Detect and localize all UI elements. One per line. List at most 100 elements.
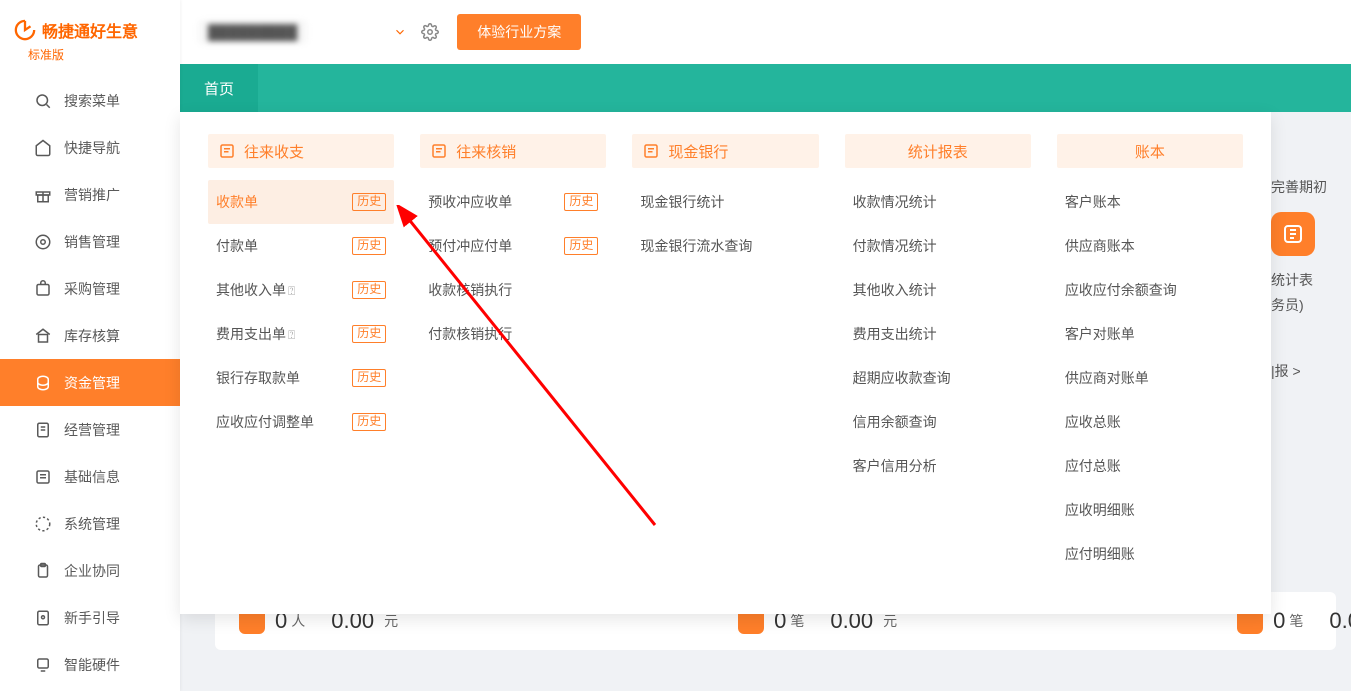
- sidebar-item-6[interactable]: 资金管理: [0, 359, 180, 406]
- sidebar-item-1[interactable]: 快捷导航: [0, 124, 180, 171]
- menu-link-label: 付款单: [216, 236, 258, 256]
- menu-link[interactable]: 预收冲应收单历史: [420, 180, 606, 224]
- menu-link[interactable]: 银行存取款单历史: [208, 356, 394, 400]
- sidebar-item-9[interactable]: 系统管理: [0, 500, 180, 547]
- menu-link-label: 应收明细账: [1065, 500, 1135, 520]
- doc-icon: [430, 142, 448, 160]
- column-title: 往来核销: [456, 141, 516, 162]
- metric-unit: 笔: [790, 611, 804, 631]
- menu-link[interactable]: 应收总账: [1057, 400, 1243, 444]
- sidebar-item-10[interactable]: 企业协同: [0, 547, 180, 594]
- menu-link[interactable]: 信用余额查询: [845, 400, 1031, 444]
- menu-link[interactable]: 费用支出统计: [845, 312, 1031, 356]
- column-header: 现金银行: [632, 134, 818, 168]
- menu-link-label: 信用余额查询: [853, 412, 937, 432]
- menu-link-label: 费用支出统计: [853, 324, 937, 344]
- menu-link[interactable]: 客户对账单: [1057, 312, 1243, 356]
- stats-icon[interactable]: [1271, 212, 1315, 256]
- sidebar-item-5[interactable]: 库存核算: [0, 312, 180, 359]
- experience-plan-button[interactable]: 体验行业方案: [457, 14, 581, 50]
- history-tag[interactable]: 历史: [352, 413, 386, 430]
- tab-home[interactable]: 首页: [180, 64, 258, 112]
- menu-link[interactable]: 供应商账本: [1057, 224, 1243, 268]
- menu-link[interactable]: 供应商对账单: [1057, 356, 1243, 400]
- list-icon: [34, 468, 52, 486]
- menu-link[interactable]: 其他收入统计: [845, 268, 1031, 312]
- history-tag[interactable]: 历史: [352, 193, 386, 210]
- sidebar-item-3[interactable]: 销售管理: [0, 218, 180, 265]
- menu-link[interactable]: 费用支出单⍰历史: [208, 312, 394, 356]
- menu-link[interactable]: 应收应付调整单历史: [208, 400, 394, 444]
- partial-right-content: 完善期初 统计表 务员) |报 >: [1271, 175, 1351, 384]
- menu-link[interactable]: 现金银行统计: [632, 180, 818, 224]
- history-tag[interactable]: 历史: [352, 237, 386, 254]
- sidebar-item-4[interactable]: 采购管理: [0, 265, 180, 312]
- menu-link[interactable]: 付款单 历史: [208, 224, 394, 268]
- sidebar-item-label: 库存核算: [64, 326, 120, 346]
- device-icon: [34, 656, 52, 674]
- history-tag[interactable]: 历史: [352, 325, 386, 342]
- cog-icon: [34, 233, 52, 251]
- menu-link[interactable]: 收款情况统计: [845, 180, 1031, 224]
- menu-link[interactable]: 付款情况统计: [845, 224, 1031, 268]
- menu-link-label: 现金银行统计: [640, 192, 724, 212]
- history-tag[interactable]: 历史: [564, 237, 598, 254]
- history-tag[interactable]: 历史: [564, 193, 598, 210]
- account-selector[interactable]: █████████: [198, 20, 307, 44]
- menu-link[interactable]: 收款单 历史: [208, 180, 394, 224]
- menu-link-label: 收款单: [216, 192, 258, 212]
- fund-management-panel: 往来收支收款单历史付款单历史其他收入单⍰历史费用支出单⍰历史银行存取款单历史应收…: [180, 112, 1271, 614]
- column-title: 统计报表: [908, 141, 968, 162]
- menu-link-label: 应付明细账: [1065, 544, 1135, 564]
- doc-icon: [218, 142, 236, 160]
- sidebar-item-label: 基础信息: [64, 467, 120, 487]
- home-icon: [34, 139, 52, 157]
- help-icon[interactable]: ⍰: [288, 328, 295, 342]
- sidebar-item-8[interactable]: 基础信息: [0, 453, 180, 500]
- sidebar-item-7[interactable]: 经营管理: [0, 406, 180, 453]
- sidebar-item-11[interactable]: 新手引导: [0, 594, 180, 641]
- metric-unit: 笔: [1289, 611, 1303, 631]
- menu-link[interactable]: 客户账本: [1057, 180, 1243, 224]
- menu-link-label: 现金银行流水查询: [640, 236, 752, 256]
- menu-link[interactable]: 收款核销执行: [420, 268, 606, 312]
- sidebar-item-label: 新手引导: [64, 608, 120, 628]
- sidebar-item-label: 系统管理: [64, 514, 120, 534]
- sidebar-item-label: 快捷导航: [64, 138, 120, 158]
- history-tag[interactable]: 历史: [352, 281, 386, 298]
- sidebar-item-label: 经营管理: [64, 420, 120, 440]
- sidebar-item-12[interactable]: 智能硬件: [0, 641, 180, 688]
- help-icon[interactable]: ⍰: [288, 284, 295, 298]
- menu-link-label: 超期应收款查询: [853, 368, 951, 388]
- menu-link[interactable]: 其他收入单⍰ 历史: [208, 268, 394, 312]
- sidebar-menu: 搜索菜单快捷导航营销推广销售管理采购管理库存核算资金管理经营管理基础信息系统管理…: [0, 71, 180, 688]
- sidebar-item-0[interactable]: 搜索菜单: [0, 77, 180, 124]
- house-icon: [34, 327, 52, 345]
- menu-link[interactable]: 预付冲应付单 历史: [420, 224, 606, 268]
- menu-link-label: 其他收入单⍰: [216, 280, 295, 300]
- history-tag[interactable]: 历史: [352, 369, 386, 386]
- column-header: 账本: [1057, 134, 1243, 168]
- menu-link[interactable]: 客户信用分析: [845, 444, 1031, 488]
- menu-link-label: 应付总账: [1065, 456, 1121, 476]
- gear-icon[interactable]: [421, 23, 439, 41]
- menu-link-label: 预付冲应付单: [428, 236, 512, 256]
- column-header: 统计报表: [845, 134, 1031, 168]
- menu-link[interactable]: 应收明细账: [1057, 488, 1243, 532]
- menu-link-label: 客户信用分析: [853, 456, 937, 476]
- menu-link-label: 客户账本: [1065, 192, 1121, 212]
- menu-link[interactable]: 付款核销执行: [420, 312, 606, 356]
- menu-link[interactable]: 现金银行流水查询: [632, 224, 818, 268]
- menu-link[interactable]: 应收应付余额查询: [1057, 268, 1243, 312]
- menu-link[interactable]: 应付总账: [1057, 444, 1243, 488]
- menu-link-label: 应收总账: [1065, 412, 1121, 432]
- chevron-down-icon[interactable]: [393, 25, 407, 39]
- menu-link[interactable]: 超期应收款查询: [845, 356, 1031, 400]
- tab-bar: 首页: [180, 64, 1351, 112]
- menu-link-label: 付款核销执行: [428, 324, 512, 344]
- menu-link[interactable]: 应付明细账: [1057, 532, 1243, 576]
- sidebar-item-label: 企业协同: [64, 561, 120, 581]
- clipboard-icon: [34, 562, 52, 580]
- money-icon: [34, 374, 52, 392]
- sidebar-item-2[interactable]: 营销推广: [0, 171, 180, 218]
